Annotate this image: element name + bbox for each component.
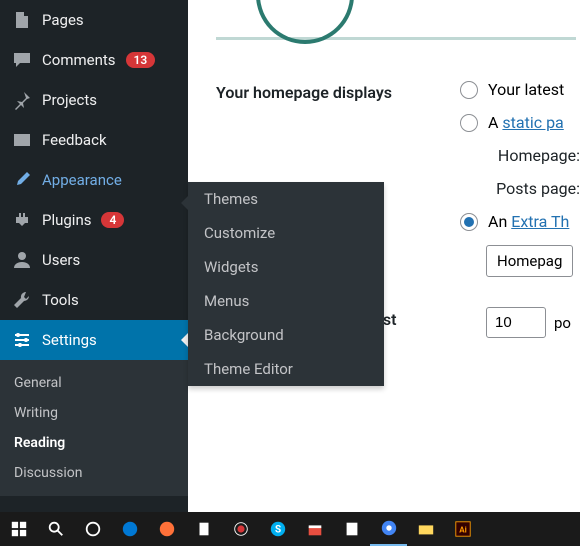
radio-icon <box>460 81 478 99</box>
sidebar-item-label: Plugins <box>42 211 91 229</box>
windows-taskbar: S Ai <box>0 512 580 546</box>
postspage-select-label: Posts page: <box>486 179 580 198</box>
extra-theme-link[interactable]: Extra Th <box>511 212 569 231</box>
submenu-writing[interactable]: Writing <box>0 398 188 428</box>
brush-icon <box>12 170 32 190</box>
firefox-button[interactable] <box>148 512 185 546</box>
file-button[interactable] <box>185 512 222 546</box>
cortana-button[interactable] <box>74 512 111 546</box>
page-icon <box>12 10 32 30</box>
explorer-button[interactable] <box>407 512 444 546</box>
flyout-menus[interactable]: Menus <box>188 284 384 318</box>
sidebar-item-tools[interactable]: Tools <box>0 280 188 320</box>
chrome-button[interactable] <box>370 512 407 546</box>
sidebar-item-label: Settings <box>42 331 97 349</box>
svg-text:S: S <box>274 525 280 536</box>
submenu-reading[interactable]: Reading <box>0 428 188 458</box>
homepage-displays-label: Your homepage displays <box>216 80 420 102</box>
gift-button[interactable] <box>296 512 333 546</box>
admin-sidebar: Pages Comments 13 Projects Feedback Appe… <box>0 0 188 512</box>
appearance-flyout: Themes Customize Widgets Menus Backgroun… <box>188 182 384 386</box>
option-latest-posts[interactable]: Your latest <box>460 80 580 99</box>
static-page-link[interactable]: static pa <box>502 113 563 132</box>
flyout-customize[interactable]: Customize <box>188 216 384 250</box>
option-static-page[interactable]: A static pa <box>460 113 580 132</box>
comments-badge: 13 <box>126 52 156 68</box>
settings-submenu: General Writing Reading Discussion <box>0 360 188 496</box>
notes-button[interactable] <box>333 512 370 546</box>
comment-icon <box>12 50 32 70</box>
flyout-background[interactable]: Background <box>188 318 384 352</box>
sidebar-item-comments[interactable]: Comments 13 <box>0 40 188 80</box>
sidebar-item-label: Tools <box>42 291 79 309</box>
flyout-themes[interactable]: Themes <box>188 182 384 216</box>
sidebar-item-label: Comments <box>42 51 116 69</box>
plug-icon <box>12 210 32 230</box>
sidebar-item-label: Feedback <box>42 131 107 149</box>
option-text: Your latest <box>488 80 564 99</box>
skype-button[interactable]: S <box>259 512 296 546</box>
option-extra-theme[interactable]: An Extra Th <box>460 212 580 231</box>
sidebar-item-feedback[interactable]: Feedback <box>0 120 188 160</box>
flyout-widgets[interactable]: Widgets <box>188 250 384 284</box>
flyout-theme-editor[interactable]: Theme Editor <box>188 352 384 386</box>
sidebar-item-label: Projects <box>42 91 97 109</box>
users-icon <box>12 250 32 270</box>
feedback-icon <box>12 130 32 150</box>
sidebar-item-label: Users <box>42 251 80 269</box>
sidebar-item-users[interactable]: Users <box>0 240 188 280</box>
search-button[interactable] <box>37 512 74 546</box>
theme-logo <box>216 20 576 40</box>
sidebar-item-label: Appearance <box>42 171 122 189</box>
pin-icon <box>12 90 32 110</box>
record-button[interactable] <box>222 512 259 546</box>
start-button[interactable] <box>0 512 37 546</box>
sidebar-item-projects[interactable]: Projects <box>0 80 188 120</box>
homepage-select[interactable]: Homepag <box>486 245 573 277</box>
homepage-select-label: Homepage: <box>486 146 580 165</box>
submenu-discussion[interactable]: Discussion <box>0 458 188 488</box>
radio-icon <box>460 213 478 231</box>
submenu-general[interactable]: General <box>0 368 188 398</box>
edge-button[interactable] <box>111 512 148 546</box>
plugins-badge: 4 <box>101 212 124 228</box>
sidebar-item-appearance[interactable]: Appearance <box>0 160 188 200</box>
sliders-icon <box>12 330 32 350</box>
radio-icon <box>460 114 478 132</box>
svg-text:Ai: Ai <box>459 525 467 535</box>
sidebar-item-label: Pages <box>42 11 84 29</box>
sidebar-item-plugins[interactable]: Plugins 4 <box>0 200 188 240</box>
sidebar-item-pages[interactable]: Pages <box>0 0 188 40</box>
illustrator-button[interactable]: Ai <box>444 512 481 546</box>
wrench-icon <box>12 290 32 310</box>
blog-pages-input[interactable] <box>486 307 546 338</box>
sidebar-item-settings[interactable]: Settings <box>0 320 188 360</box>
option-text: A static pa <box>488 113 564 132</box>
option-text: An Extra Th <box>488 212 569 231</box>
posts-suffix: po <box>554 314 571 332</box>
